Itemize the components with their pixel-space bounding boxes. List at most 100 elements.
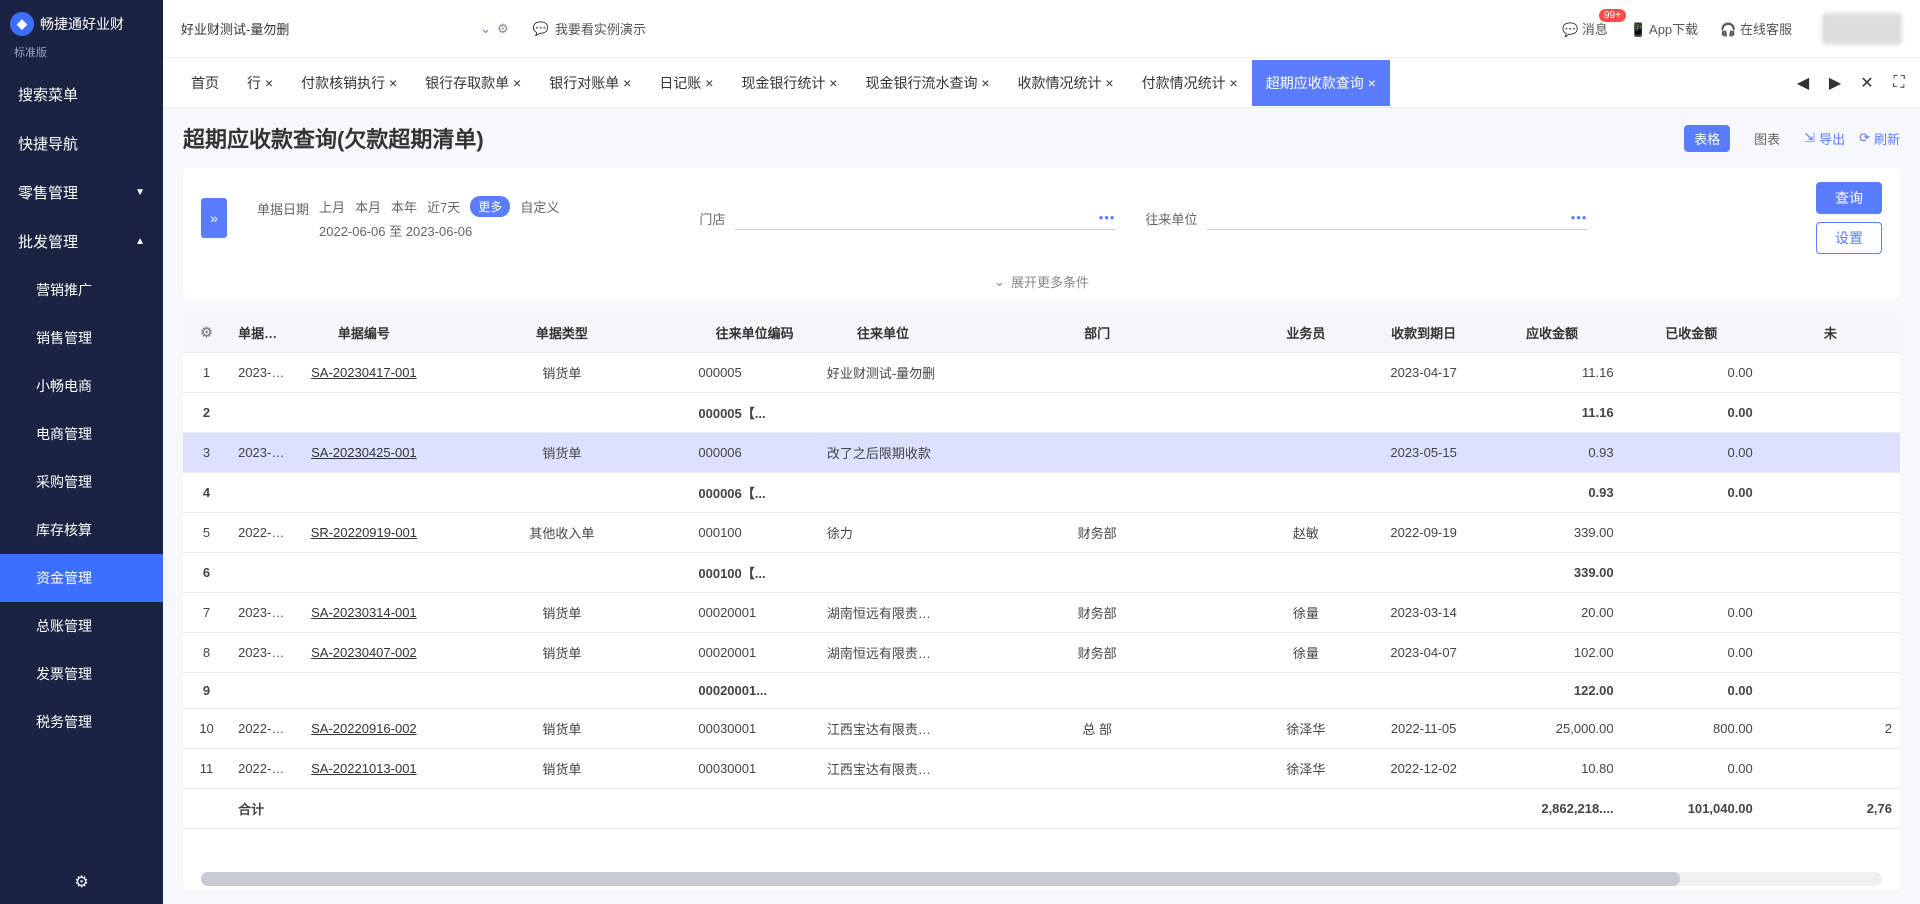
messages-badge: 99+	[1599, 9, 1626, 22]
tab[interactable]: 付款情况统计 ×	[1128, 60, 1252, 106]
filter-panel: » 单据日期 上月本月本年近7天更多自定义 2022-06-06 至 2023-…	[183, 168, 1900, 299]
date-option[interactable]: 更多	[470, 196, 510, 217]
date-option[interactable]: 本月	[355, 197, 381, 216]
date-option[interactable]: 上月	[319, 197, 345, 216]
tab[interactable]: 收款情况统计 ×	[1004, 60, 1128, 106]
table-scroll[interactable]: ⚙单据日期单据编号单据类型往来单位编码往来单位部门业务员收款到期日应收金额已收金…	[183, 313, 1900, 872]
project-selector[interactable]: 好业财测试-量勿删 ⌄	[181, 19, 491, 38]
table-header: 应收金额	[1482, 313, 1621, 353]
user-avatar[interactable]	[1822, 13, 1902, 45]
scrollbar-thumb[interactable]	[201, 872, 1680, 886]
tab[interactable]: 现金银行统计 ×	[727, 60, 851, 106]
store-picker-icon[interactable]: •••	[1099, 210, 1116, 225]
page-header: 超期应收款查询(欠款超期清单) 表格 图表 ⇲导出 ⟳刷新	[183, 122, 1900, 154]
tabs-close-button[interactable]: ✕	[1852, 68, 1882, 98]
sidebar-item[interactable]: 销售管理	[0, 314, 163, 362]
topbar: 好业财测试-量勿删 ⌄ ⚙ 💬 我要看实例演示 💬 消息 99+ 📱 App下载	[163, 0, 1920, 58]
doc-no-link[interactable]: SR-20220919-001	[311, 525, 417, 540]
sidebar-item[interactable]: 税务管理	[0, 698, 163, 746]
sidebar-item[interactable]: 总账管理	[0, 602, 163, 650]
unit-picker-icon[interactable]: •••	[1571, 210, 1588, 225]
project-settings-icon[interactable]: ⚙	[497, 21, 509, 37]
page-body: 超期应收款查询(欠款超期清单) 表格 图表 ⇲导出 ⟳刷新 » 单据日期 上月本…	[163, 108, 1920, 904]
view-table-button[interactable]: 表格	[1684, 125, 1730, 152]
tab[interactable]: 超期应收款查询 ×	[1252, 60, 1390, 106]
table-row[interactable]: 4000006【...0.930.00	[183, 473, 1900, 513]
sidebar-item[interactable]: 搜索菜单	[0, 70, 163, 119]
nav: 搜索菜单快捷导航零售管理▼批发管理▲营销推广销售管理小畅电商电商管理采购管理库存…	[0, 70, 163, 860]
tabs-expand-button[interactable]: ⛶	[1884, 68, 1914, 98]
doc-no-link[interactable]: SA-20230407-002	[311, 645, 417, 660]
doc-no-link[interactable]: SA-20220916-002	[311, 721, 417, 736]
filter-setting-button[interactable]: 设置	[1816, 222, 1882, 254]
customer-service-button[interactable]: 🎧 在线客服	[1720, 19, 1792, 38]
sidebar-item[interactable]: 小畅电商	[0, 362, 163, 410]
query-button[interactable]: 查询	[1816, 182, 1882, 214]
sidebar-item[interactable]: 资金管理	[0, 554, 163, 602]
tab[interactable]: 现金银行流水查询 ×	[851, 60, 1003, 106]
unit-input-wrap: •••	[1207, 206, 1587, 230]
doc-no-link[interactable]: SA-20230425-001	[311, 445, 417, 460]
date-option[interactable]: 自定义	[520, 197, 559, 216]
sidebar-item[interactable]: 营销推广	[0, 266, 163, 314]
table-row[interactable]: 112022-10-13SA-20221013-001销货单00030001江西…	[183, 749, 1900, 789]
messages-button[interactable]: 💬 消息 99+	[1562, 19, 1608, 38]
export-button[interactable]: ⇲导出	[1804, 129, 1845, 148]
table-row[interactable]: 102022-09-16SA-20220916-002销货单00030001江西…	[183, 709, 1900, 749]
doc-no-link[interactable]: SA-20230314-001	[311, 605, 417, 620]
settings-gear-icon[interactable]: ⚙	[0, 860, 163, 904]
tab-controls: ◀ ▶ ✕ ⛶	[1782, 68, 1920, 98]
logo-icon: ◆	[10, 12, 34, 36]
filter-date: 单据日期 上月本月本年近7天更多自定义 2022-06-06 至 2023-06…	[257, 196, 559, 240]
filter-unit: 往来单位 •••	[1145, 206, 1587, 230]
tab[interactable]: 银行对账单 ×	[535, 60, 645, 106]
demo-link[interactable]: 💬 我要看实例演示	[533, 19, 646, 38]
filter-store-label: 门店	[699, 206, 725, 228]
table-settings-icon[interactable]: ⚙	[200, 324, 213, 340]
date-option[interactable]: 本年	[391, 197, 417, 216]
table-row[interactable]: 12023-04-17SA-20230417-001销货单000005好业财测试…	[183, 353, 1900, 393]
table-row[interactable]: 72023-03-14SA-20230314-001销货单00020001湖南恒…	[183, 593, 1900, 633]
horizontal-scrollbar[interactable]	[201, 872, 1882, 886]
sidebar-item[interactable]: 零售管理▼	[0, 168, 163, 217]
date-option[interactable]: 近7天	[427, 197, 460, 216]
refresh-button[interactable]: ⟳刷新	[1859, 129, 1900, 148]
app-download-button[interactable]: 📱 App下载	[1630, 19, 1698, 38]
sidebar-item[interactable]: 批发管理▲	[0, 217, 163, 266]
tab[interactable]: 银行存取款单 ×	[411, 60, 535, 106]
table-header: 部门	[947, 313, 1247, 353]
table-row[interactable]: 900020001...122.000.00	[183, 673, 1900, 709]
table-header: 往来单位编码	[690, 313, 818, 353]
doc-no-link[interactable]: SA-20221013-001	[311, 761, 417, 776]
view-chart-button[interactable]: 图表	[1744, 125, 1790, 152]
page-actions: 表格 图表 ⇲导出 ⟳刷新	[1684, 125, 1900, 152]
doc-no-link[interactable]: SA-20230417-001	[311, 365, 417, 380]
sidebar-item[interactable]: 快捷导航	[0, 119, 163, 168]
unit-input[interactable]	[1207, 206, 1564, 229]
tabs-next-button[interactable]: ▶	[1820, 68, 1850, 98]
table-row[interactable]: 82023-04-07SA-20230407-002销货单00020001湖南恒…	[183, 633, 1900, 673]
table-sum-row: 合计2,862,218....101,040.002,76	[183, 789, 1900, 829]
sidebar-item[interactable]: 发票管理	[0, 650, 163, 698]
table-header: 单据日期	[230, 313, 294, 353]
table-row[interactable]: 6000100【...339.00	[183, 553, 1900, 593]
sidebar-item[interactable]: 电商管理	[0, 410, 163, 458]
filter-date-label: 单据日期	[257, 196, 309, 218]
table-row[interactable]: 2000005【...11.160.00	[183, 393, 1900, 433]
tabs-prev-button[interactable]: ◀	[1788, 68, 1818, 98]
sidebar-item[interactable]: 采购管理	[0, 458, 163, 506]
tab[interactable]: 付款核销执行 ×	[287, 60, 411, 106]
table-row[interactable]: 52022-09-19SR-20220919-001其他收入单000100徐力财…	[183, 513, 1900, 553]
main-area: 好业财测试-量勿删 ⌄ ⚙ 💬 我要看实例演示 💬 消息 99+ 📱 App下载	[163, 0, 1920, 904]
tab[interactable]: 行 ×	[233, 60, 287, 106]
expand-filters-button[interactable]: ⌄ 展开更多条件	[201, 264, 1882, 299]
table-header: 往来单位	[819, 313, 947, 353]
demo-label: 我要看实例演示	[555, 19, 646, 38]
collapse-filters-button[interactable]: »	[201, 198, 227, 238]
table-header: 收款到期日	[1365, 313, 1483, 353]
tab[interactable]: 首页	[177, 60, 233, 106]
tab[interactable]: 日记账 ×	[645, 60, 727, 106]
sidebar-item[interactable]: 库存核算	[0, 506, 163, 554]
store-input[interactable]	[735, 206, 1092, 229]
table-row[interactable]: 32023-04-25SA-20230425-001销货单000006改了之后限…	[183, 433, 1900, 473]
